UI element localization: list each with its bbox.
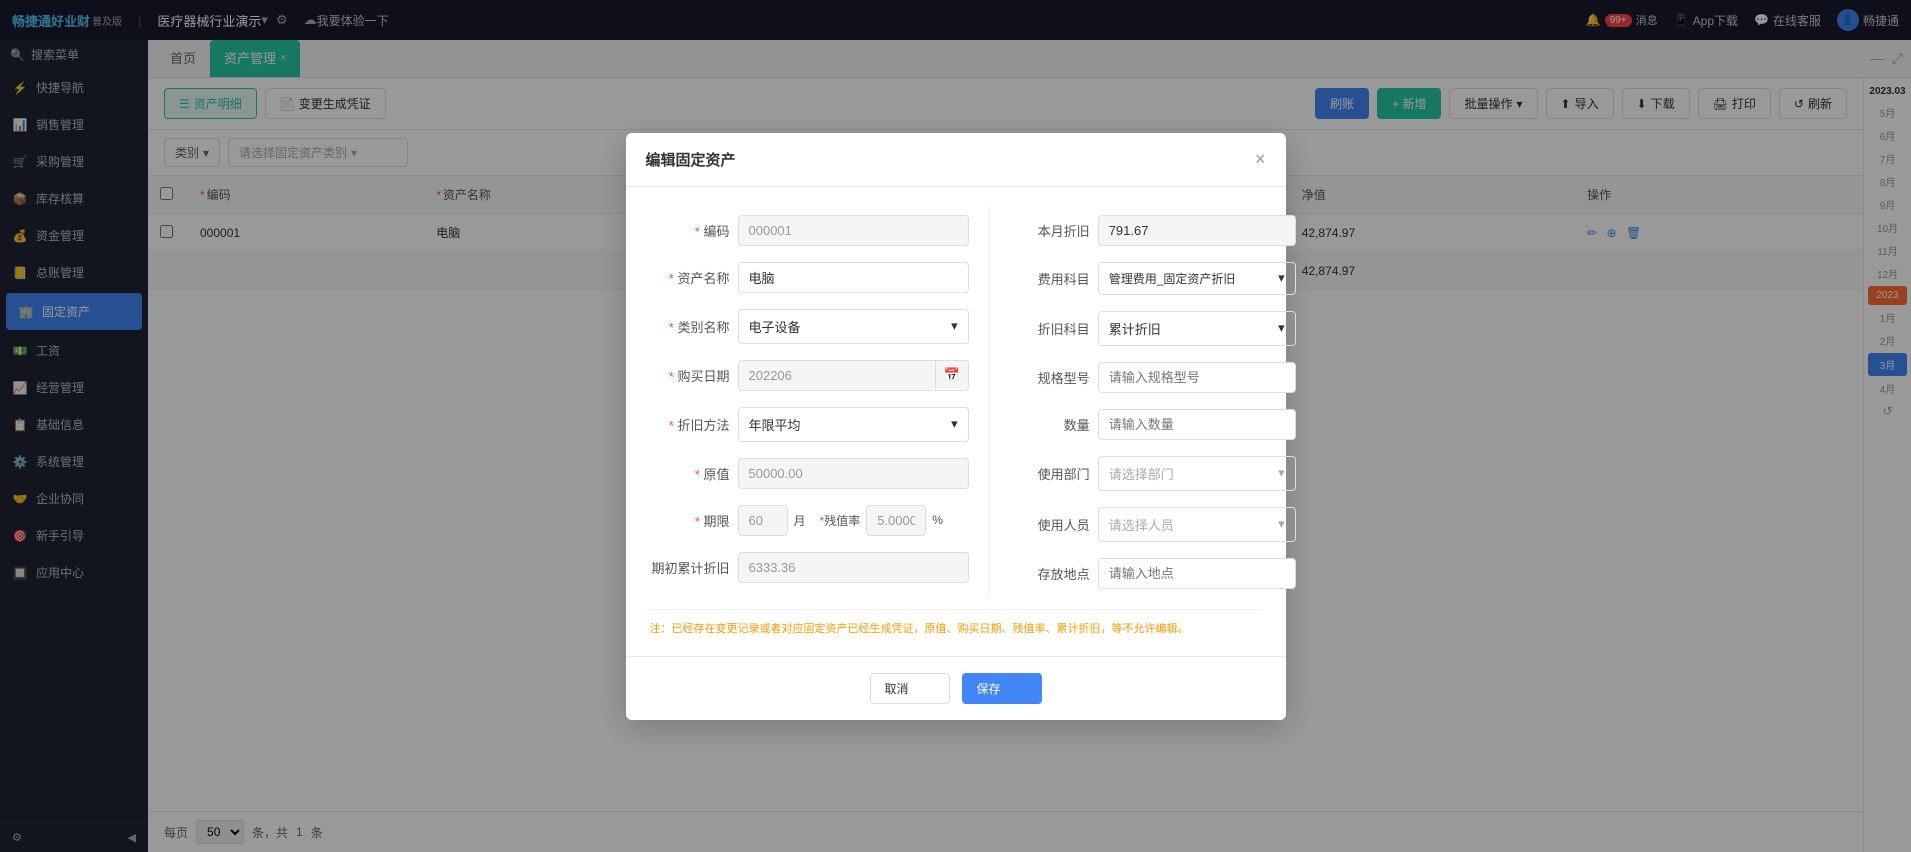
save-btn[interactable]: 保存 [962, 673, 1042, 704]
person-label: 使用人员 [1010, 515, 1090, 534]
depreciation-account-select[interactable]: 累计折旧 ▾ [1098, 311, 1296, 346]
chevron-down-icon: ▾ [951, 318, 958, 334]
period-unit: 月 [794, 512, 806, 529]
residual-rate-label: *残值率 [820, 512, 861, 529]
department-select[interactable]: 请选择部门 ▾ [1098, 456, 1296, 491]
code-row: * 编码 [650, 207, 969, 254]
form-right: 本月折旧 费用科目 管理费用_固定资产折旧 ▾ 折旧科目 [990, 207, 1296, 597]
person-select[interactable]: 请选择人员 ▾ [1098, 507, 1296, 542]
chevron-down-icon: ▾ [1278, 516, 1285, 532]
depreciation-method-label: * 折旧方法 [650, 415, 730, 434]
modal-header: 编辑固定资产 × [626, 133, 1286, 187]
location-label: 存放地点 [1010, 564, 1090, 583]
quantity-row: 数量 [1010, 401, 1296, 448]
chevron-down-icon: ▾ [1278, 465, 1285, 481]
calendar-icon[interactable]: 📅 [935, 361, 968, 389]
modal-title: 编辑固定资产 [646, 149, 736, 170]
residual-rate-input[interactable] [866, 505, 926, 536]
expense-account-select[interactable]: 管理费用_固定资产折旧 ▾ [1098, 262, 1296, 295]
modal-body: * 编码 * 资产名称 [626, 187, 1286, 656]
purchase-date-input[interactable] [739, 361, 935, 390]
period-row: * 期限 月 *残值率 % [650, 497, 969, 544]
depreciation-method-row: * 折旧方法 年限平均 ▾ [650, 399, 969, 450]
purchase-date-label: * 购买日期 [650, 366, 730, 385]
monthly-depreciation-label: 本月折旧 [1010, 221, 1090, 240]
purchase-date-row: * 购买日期 📅 [650, 352, 969, 399]
initial-depreciation-input[interactable] [738, 552, 969, 583]
spec-row: 规格型号 [1010, 354, 1296, 401]
expense-account-label: 费用科目 [1010, 269, 1090, 288]
residual-rate-unit: % [932, 513, 943, 527]
form-grid: * 编码 * 资产名称 [650, 207, 1262, 597]
period-input[interactable] [738, 505, 788, 536]
depreciation-account-row: 折旧科目 累计折旧 ▾ [1010, 303, 1296, 354]
person-row: 使用人员 请选择人员 ▾ [1010, 499, 1296, 550]
edit-asset-modal: 编辑固定资产 × * 编码 [626, 133, 1286, 720]
quantity-input[interactable] [1098, 409, 1296, 440]
asset-name-label: * 资产名称 [650, 268, 730, 287]
code-label: * 编码 [650, 221, 730, 240]
category-label: * 类别名称 [650, 317, 730, 336]
quantity-label: 数量 [1010, 415, 1090, 434]
chevron-down-icon: ▾ [1278, 320, 1285, 336]
asset-name-row: * 资产名称 [650, 254, 969, 301]
expense-account-row: 费用科目 管理费用_固定资产折旧 ▾ [1010, 254, 1296, 303]
initial-depreciation-label: 期初累计折旧 [650, 558, 730, 577]
category-row: * 类别名称 电子设备 ▾ [650, 301, 969, 352]
monthly-depreciation-row: 本月折旧 [1010, 207, 1296, 254]
form-left: * 编码 * 资产名称 [650, 207, 990, 597]
chevron-down-icon: ▾ [1278, 270, 1285, 286]
location-input[interactable] [1098, 558, 1296, 589]
modal-overlay: 编辑固定资产 × * 编码 [0, 0, 1911, 852]
modal-close-btn[interactable]: × [1255, 149, 1266, 170]
code-input[interactable] [738, 215, 969, 246]
asset-name-input[interactable] [738, 262, 969, 293]
location-row: 存放地点 [1010, 550, 1296, 597]
depreciation-method-select[interactable]: 年限平均 ▾ [738, 407, 969, 442]
depreciation-account-label: 折旧科目 [1010, 319, 1090, 338]
original-value-label: * 原值 [650, 464, 730, 483]
original-value-row: * 原值 [650, 450, 969, 497]
department-row: 使用部门 请选择部门 ▾ [1010, 448, 1296, 499]
initial-depreciation-row: 期初累计折旧 [650, 544, 969, 591]
monthly-depreciation-input [1098, 215, 1296, 246]
spec-label: 规格型号 [1010, 368, 1090, 387]
original-value-input[interactable] [738, 458, 969, 489]
category-select[interactable]: 电子设备 ▾ [738, 309, 969, 344]
chevron-down-icon: ▾ [951, 416, 958, 432]
period-label: * 期限 [650, 511, 730, 530]
department-label: 使用部门 [1010, 464, 1090, 483]
cancel-btn[interactable]: 取消 [870, 673, 950, 704]
modal-footer: 取消 保存 [626, 656, 1286, 720]
modal-note: 注：已经存在变更记录或者对应固定资产已经生成凭证，原值、购买日期、残值率、累计折… [650, 609, 1262, 636]
spec-input[interactable] [1098, 362, 1296, 393]
